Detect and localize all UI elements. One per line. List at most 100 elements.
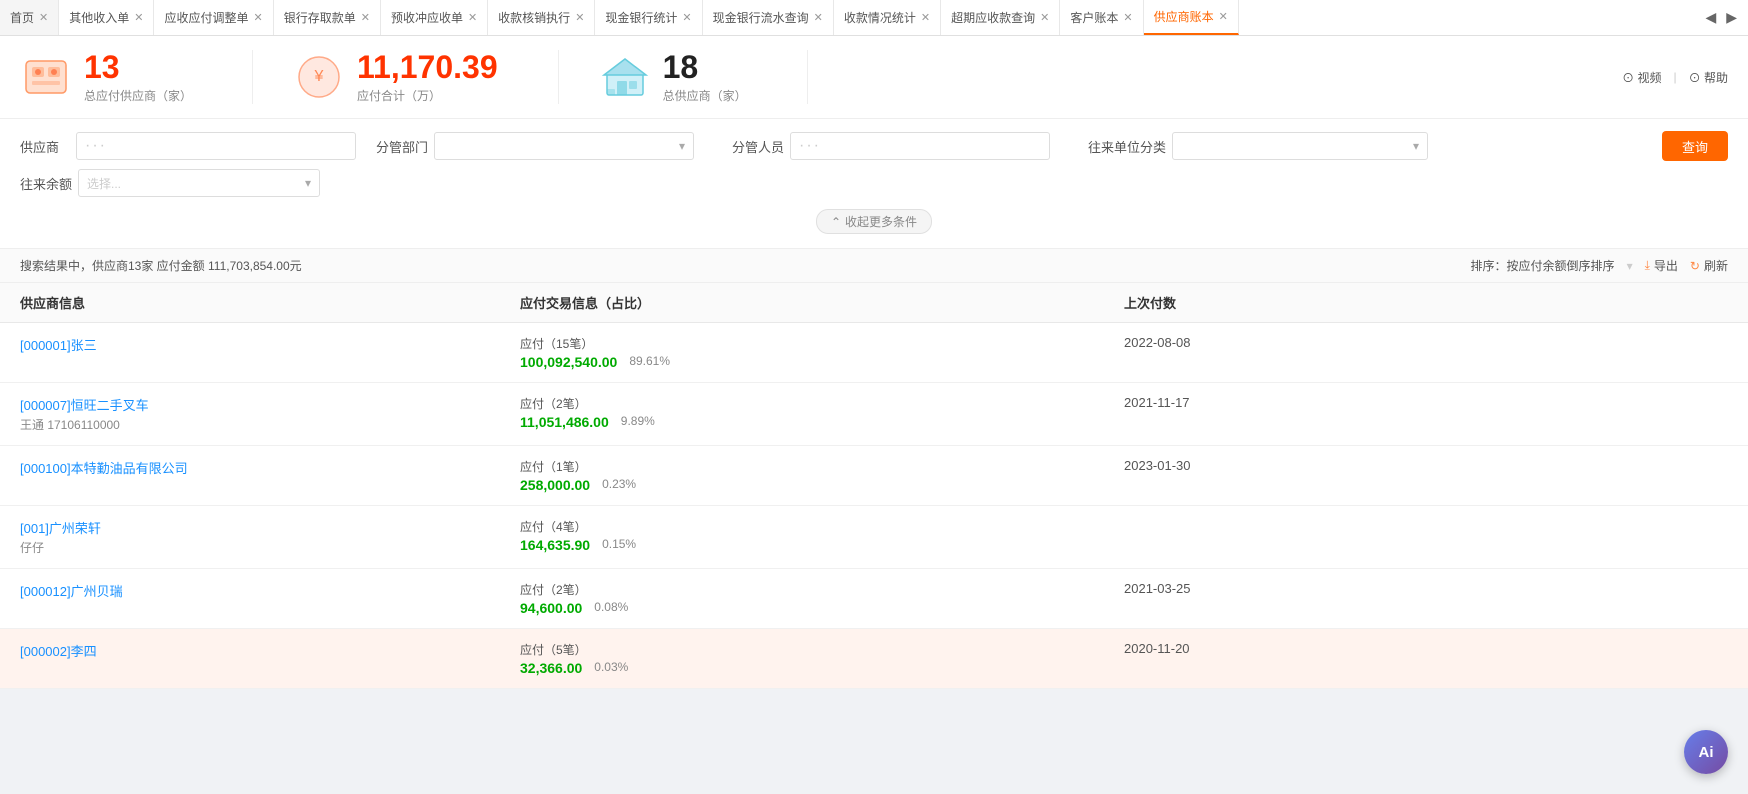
tab-cash-query-close[interactable]: ✕ bbox=[814, 11, 823, 24]
total-payable-value: 11,170.39 bbox=[357, 50, 498, 85]
tx-label: 应付（1笔） bbox=[520, 458, 1124, 475]
tab-overdue-query-label: 超期应收款查询 bbox=[951, 9, 1035, 26]
tab-prepaid-ar[interactable]: 预收冲应收单 ✕ bbox=[381, 0, 488, 35]
filter-person: 分管人员 ··· bbox=[732, 132, 1072, 160]
sort-label[interactable]: 排序：按应付余额倒序排序 bbox=[1471, 257, 1615, 274]
tab-prepaid-ar-label: 预收冲应收单 bbox=[391, 9, 463, 26]
total-payable-content: 11,170.39 应付合计（万） bbox=[357, 50, 498, 104]
category-filter-input[interactable]: ▾ bbox=[1172, 132, 1428, 160]
tx-amount[interactable]: 94,600.00 bbox=[520, 600, 582, 616]
dept-filter-input[interactable]: ▾ bbox=[434, 132, 694, 160]
supplier-info-cell: [000100]本特勤油品有限公司 bbox=[20, 458, 520, 479]
tx-amount-row: 11,051,486.00 9.89% bbox=[520, 412, 1124, 430]
supplier-filter-input[interactable]: ··· bbox=[76, 132, 356, 160]
export-icon: ⤓ bbox=[1645, 258, 1650, 273]
last-pay-cell: 2022-08-08 bbox=[1124, 335, 1728, 350]
tab-receipt-exec[interactable]: 收款核销执行 ✕ bbox=[488, 0, 595, 35]
tab-cash-stat-close[interactable]: ✕ bbox=[682, 11, 691, 24]
tab-receipt-stat-close[interactable]: ✕ bbox=[921, 11, 930, 24]
tab-cash-query[interactable]: 现金银行流水查询 ✕ bbox=[703, 0, 834, 35]
tab-overdue-query[interactable]: 超期应收款查询 ✕ bbox=[941, 0, 1060, 35]
collapse-button[interactable]: ⌃ 收起更多条件 bbox=[816, 209, 932, 234]
tab-receipt-stat[interactable]: 收款情况统计 ✕ bbox=[834, 0, 941, 35]
total-suppliers-label: 总应付供应商（家） bbox=[84, 87, 192, 104]
result-actions: 排序：按应付余额倒序排序 ▾ ⤓ 导出 ↻ 刷新 bbox=[1471, 257, 1728, 274]
chevron-up-icon: ⌃ bbox=[831, 215, 841, 229]
tx-label: 应付（4笔） bbox=[520, 518, 1124, 535]
person-filter-input[interactable]: ··· bbox=[790, 132, 1050, 160]
tab-other-income-close[interactable]: ✕ bbox=[134, 11, 143, 24]
nav-arrows: ◀ ▶ bbox=[1694, 0, 1748, 35]
ai-button[interactable]: Ai bbox=[1684, 730, 1728, 774]
tx-amount[interactable]: 258,000.00 bbox=[520, 477, 590, 493]
tx-percent: 0.08% bbox=[594, 600, 628, 614]
supplier-link[interactable]: [000100]本特勤油品有限公司 bbox=[20, 461, 188, 476]
tab-bank-deposit[interactable]: 银行存取款单 ✕ bbox=[274, 0, 381, 35]
tx-amount[interactable]: 164,635.90 bbox=[520, 537, 590, 553]
tab-supplier-ledger[interactable]: 供应商账本 ✕ bbox=[1144, 0, 1239, 35]
result-text: 搜索结果中，供应商13家 应付金额 111,703,854.00元 bbox=[20, 257, 302, 274]
balance-placeholder: 选择... bbox=[87, 175, 121, 192]
tab-home-close[interactable]: ✕ bbox=[39, 11, 48, 24]
filter-area: 供应商 ··· 分管部门 ▾ 分管人员 ··· 往来单位分类 ▾ bbox=[0, 119, 1748, 249]
tx-amount-row: 32,366.00 0.03% bbox=[520, 658, 1124, 676]
filter-row-1: 供应商 ··· 分管部门 ▾ 分管人员 ··· 往来单位分类 ▾ bbox=[20, 131, 1728, 161]
supplier-info-cell: [000001]张三 bbox=[20, 335, 520, 356]
tx-percent: 0.15% bbox=[602, 537, 636, 551]
nav-next-arrow[interactable]: ▶ bbox=[1721, 7, 1742, 28]
table-row: [000012]广州贝瑞 应付（2笔） 94,600.00 0.08% 2021… bbox=[0, 569, 1748, 629]
tab-customer-ledger-close[interactable]: ✕ bbox=[1123, 11, 1132, 24]
tab-ar-adjust[interactable]: 应收应付调整单 ✕ bbox=[154, 0, 273, 35]
supplier-link[interactable]: [000001]张三 bbox=[20, 338, 97, 353]
supplier-input-dots: ··· bbox=[85, 137, 107, 155]
refresh-button[interactable]: ↻ 刷新 bbox=[1690, 257, 1728, 274]
tx-amount[interactable]: 11,051,486.00 bbox=[520, 414, 609, 430]
last-pay-cell: 2021-11-17 bbox=[1124, 395, 1728, 410]
tx-amount-row: 94,600.00 0.08% bbox=[520, 598, 1124, 616]
stats-bar-help: ⊙ 视频 | ⊙ 帮助 bbox=[1622, 69, 1728, 86]
last-pay-cell: 2023-01-30 bbox=[1124, 458, 1728, 473]
search-button[interactable]: 查询 bbox=[1662, 131, 1728, 161]
suppliers-icon bbox=[20, 51, 72, 103]
tx-amount-row: 164,635.90 0.15% bbox=[520, 535, 1124, 553]
tab-customer-ledger[interactable]: 客户账本 ✕ bbox=[1060, 0, 1143, 35]
tab-bank-deposit-close[interactable]: ✕ bbox=[361, 11, 370, 24]
dept-chevron-icon: ▾ bbox=[679, 139, 685, 153]
col-last-pay: 上次付数 bbox=[1124, 293, 1728, 312]
supplier-link[interactable]: [001]广州荣轩 bbox=[20, 521, 101, 536]
supplier-filter-label: 供应商 bbox=[20, 137, 70, 156]
tx-amount[interactable]: 100,092,540.00 bbox=[520, 354, 617, 370]
total-suppliers-content: 13 总应付供应商（家） bbox=[84, 50, 192, 104]
supplier-link[interactable]: [000007]恒旺二手叉车 bbox=[20, 398, 149, 413]
tx-amount-row: 258,000.00 0.23% bbox=[520, 475, 1124, 493]
tx-percent: 0.03% bbox=[594, 660, 628, 674]
balance-filter-input[interactable]: 选择... ▾ bbox=[78, 169, 320, 197]
help-link[interactable]: ⊙ 帮助 bbox=[1689, 69, 1728, 86]
stats-bar: 13 总应付供应商（家） ¥ 11,170.39 应付合计（万） bbox=[0, 36, 1748, 119]
tx-amount[interactable]: 32,366.00 bbox=[520, 660, 582, 676]
tab-cash-stat[interactable]: 现金银行统计 ✕ bbox=[595, 0, 702, 35]
export-button[interactable]: ⤓ 导出 bbox=[1645, 257, 1678, 274]
supplier-link[interactable]: [000002]李四 bbox=[20, 644, 97, 659]
all-suppliers-value: 18 bbox=[663, 50, 747, 85]
tx-amount-row: 100,092,540.00 89.61% bbox=[520, 352, 1124, 370]
supplier-link[interactable]: [000012]广州贝瑞 bbox=[20, 584, 123, 599]
result-bar: 搜索结果中，供应商13家 应付金额 111,703,854.00元 排序：按应付… bbox=[0, 249, 1748, 283]
supplier-info-cell: [000007]恒旺二手叉车 王通 17106110000 bbox=[20, 395, 520, 433]
svg-text:¥: ¥ bbox=[314, 68, 324, 85]
tab-home[interactable]: 首页 ✕ bbox=[0, 0, 59, 35]
tx-label: 应付（2笔） bbox=[520, 581, 1124, 598]
tab-prepaid-ar-close[interactable]: ✕ bbox=[468, 11, 477, 24]
person-filter-label: 分管人员 bbox=[732, 137, 784, 156]
tab-other-income-label: 其他收入单 bbox=[69, 9, 129, 26]
tab-overdue-query-close[interactable]: ✕ bbox=[1040, 11, 1049, 24]
tab-other-income[interactable]: 其他收入单 ✕ bbox=[59, 0, 154, 35]
table-row: [000002]李四 应付（5笔） 32,366.00 0.03% 2020-1… bbox=[0, 629, 1748, 689]
category-filter-label: 往来单位分类 bbox=[1088, 137, 1166, 156]
tab-ar-adjust-close[interactable]: ✕ bbox=[253, 11, 262, 24]
video-link[interactable]: ⊙ 视频 bbox=[1622, 69, 1661, 86]
nav-prev-arrow[interactable]: ◀ bbox=[1700, 7, 1721, 28]
tab-receipt-exec-close[interactable]: ✕ bbox=[575, 11, 584, 24]
refresh-label: 刷新 bbox=[1704, 257, 1728, 274]
tab-supplier-ledger-close[interactable]: ✕ bbox=[1219, 10, 1228, 23]
